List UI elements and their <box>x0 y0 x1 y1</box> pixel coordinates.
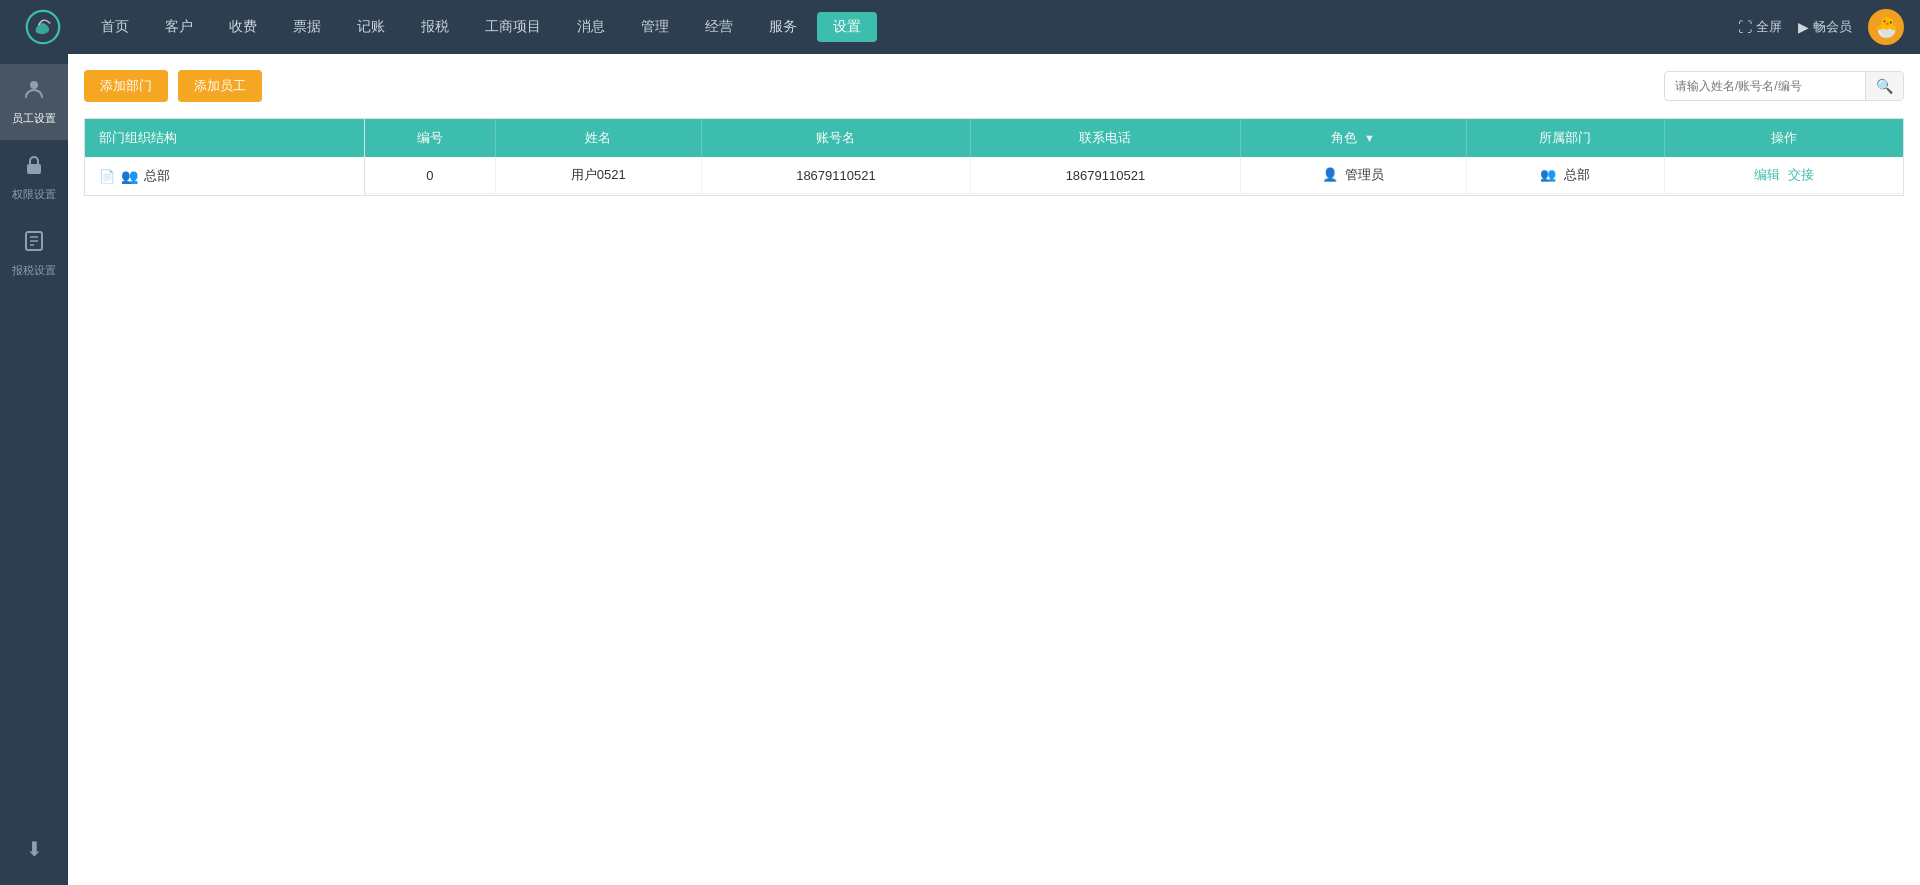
col-header-role: 角色 ▼ <box>1240 119 1466 157</box>
tree-header: 部门组织结构 <box>85 119 364 157</box>
cell-role: 👤 管理员 <box>1240 157 1466 194</box>
nav-item-business[interactable]: 工商项目 <box>469 12 557 42</box>
fullscreen-button[interactable]: ⛶ 全屏 <box>1738 18 1782 36</box>
logo-icon <box>25 9 61 45</box>
nav-item-fee[interactable]: 收费 <box>213 12 273 42</box>
col-header-phone: 联系电话 <box>971 119 1240 157</box>
vip-icon: ▶ <box>1798 19 1809 35</box>
nav-item-message[interactable]: 消息 <box>561 12 621 42</box>
sidebar-download-button[interactable]: ⬇ <box>0 823 68 875</box>
nav-item-operation[interactable]: 经营 <box>689 12 749 42</box>
tree-panel: 部门组织结构 📄 👥 总部 <box>85 119 365 195</box>
col-header-name: 姓名 <box>495 119 701 157</box>
nav-item-customer[interactable]: 客户 <box>149 12 209 42</box>
action-edit-link[interactable]: 编辑 <box>1754 167 1780 182</box>
nav-item-tax[interactable]: 报税 <box>405 12 465 42</box>
toolbar: 添加部门 添加员工 🔍 <box>84 70 1904 102</box>
data-table: 编号 姓名 账号名 联系电话 角色 ▼ 所属部门 操作 <box>365 119 1903 194</box>
fullscreen-label: 全屏 <box>1756 18 1782 36</box>
tree-item-label: 总部 <box>144 167 170 185</box>
nav-item-manage[interactable]: 管理 <box>625 12 685 42</box>
data-table-wrap: 编号 姓名 账号名 联系电话 角色 ▼ 所属部门 操作 <box>365 119 1903 195</box>
dept-user-icon: 👥 <box>121 168 138 184</box>
user-avatar[interactable]: 🐣 <box>1868 9 1904 45</box>
role-filter-icon[interactable]: ▼ <box>1364 132 1375 144</box>
add-employee-button[interactable]: 添加员工 <box>178 70 262 102</box>
sidebar-item-employee-label: 员工设置 <box>12 111 56 126</box>
sidebar-bottom: ⬇ <box>0 823 68 875</box>
tree-item-general[interactable]: 📄 👥 总部 <box>85 157 364 195</box>
col-header-dept: 所属部门 <box>1466 119 1664 157</box>
sidebar-item-tax-label: 报税设置 <box>12 263 56 278</box>
search-icon: 🔍 <box>1876 78 1893 94</box>
svg-rect-2 <box>27 164 41 174</box>
main-layout: 员工设置 权限设置 报税设置 ⬇ 添加部门 添加员工 <box>0 54 1920 885</box>
sidebar-item-employee[interactable]: 员工设置 <box>0 64 68 140</box>
add-dept-button[interactable]: 添加部门 <box>84 70 168 102</box>
table-header-row: 编号 姓名 账号名 联系电话 角色 ▼ 所属部门 操作 <box>365 119 1903 157</box>
role-icon: 👤 <box>1322 167 1338 182</box>
employee-icon <box>23 78 45 105</box>
col-header-id: 编号 <box>365 119 495 157</box>
lock-icon <box>24 154 44 181</box>
nav-item-settings[interactable]: 设置 <box>817 12 877 42</box>
sidebar-item-permission-label: 权限设置 <box>12 187 56 202</box>
cell-dept: 👥 总部 <box>1466 157 1664 194</box>
cell-id: 0 <box>365 157 495 194</box>
logo-area <box>10 9 75 45</box>
nav-item-home[interactable]: 首页 <box>85 12 145 42</box>
tax-setting-icon <box>23 230 45 257</box>
action-transfer-link[interactable]: 交接 <box>1788 167 1814 182</box>
search-button[interactable]: 🔍 <box>1865 72 1903 100</box>
file-icon: 📄 <box>99 169 115 184</box>
table-layout: 部门组织结构 📄 👥 总部 编号 姓名 账号名 联系电话 <box>84 118 1904 196</box>
fullscreen-icon: ⛶ <box>1738 19 1752 35</box>
dept-icon: 👥 <box>1540 167 1556 182</box>
vip-button[interactable]: ▶ 畅会员 <box>1798 18 1852 36</box>
sidebar: 员工设置 权限设置 报税设置 ⬇ <box>0 54 68 885</box>
top-navigation: 首页 客户 收费 票据 记账 报税 工商项目 消息 管理 经营 服务 设置 ⛶ … <box>0 0 1920 54</box>
sidebar-item-permission[interactable]: 权限设置 <box>0 140 68 216</box>
svg-point-1 <box>30 81 38 89</box>
col-header-action: 操作 <box>1664 119 1903 157</box>
nav-item-account[interactable]: 记账 <box>341 12 401 42</box>
col-header-account: 账号名 <box>701 119 970 157</box>
table-row: 0 用户0521 18679110521 18679110521 👤 管理员 👥… <box>365 157 1903 194</box>
nav-right: ⛶ 全屏 ▶ 畅会员 🐣 <box>1738 9 1920 45</box>
search-box: 🔍 <box>1664 71 1904 101</box>
nav-item-service[interactable]: 服务 <box>753 12 813 42</box>
vip-label: 畅会员 <box>1813 18 1852 36</box>
cell-name: 用户0521 <box>495 157 701 194</box>
content-area: 添加部门 添加员工 🔍 部门组织结构 📄 👥 总部 <box>68 54 1920 885</box>
search-input[interactable] <box>1665 73 1865 99</box>
cell-phone: 18679110521 <box>971 157 1240 194</box>
nav-item-bill[interactable]: 票据 <box>277 12 337 42</box>
download-icon: ⬇ <box>26 837 43 861</box>
cell-actions: 编辑交接 <box>1664 157 1903 194</box>
nav-items: 首页 客户 收费 票据 记账 报税 工商项目 消息 管理 经营 服务 设置 <box>75 12 1738 42</box>
cell-account: 18679110521 <box>701 157 970 194</box>
sidebar-item-tax-setting[interactable]: 报税设置 <box>0 216 68 292</box>
